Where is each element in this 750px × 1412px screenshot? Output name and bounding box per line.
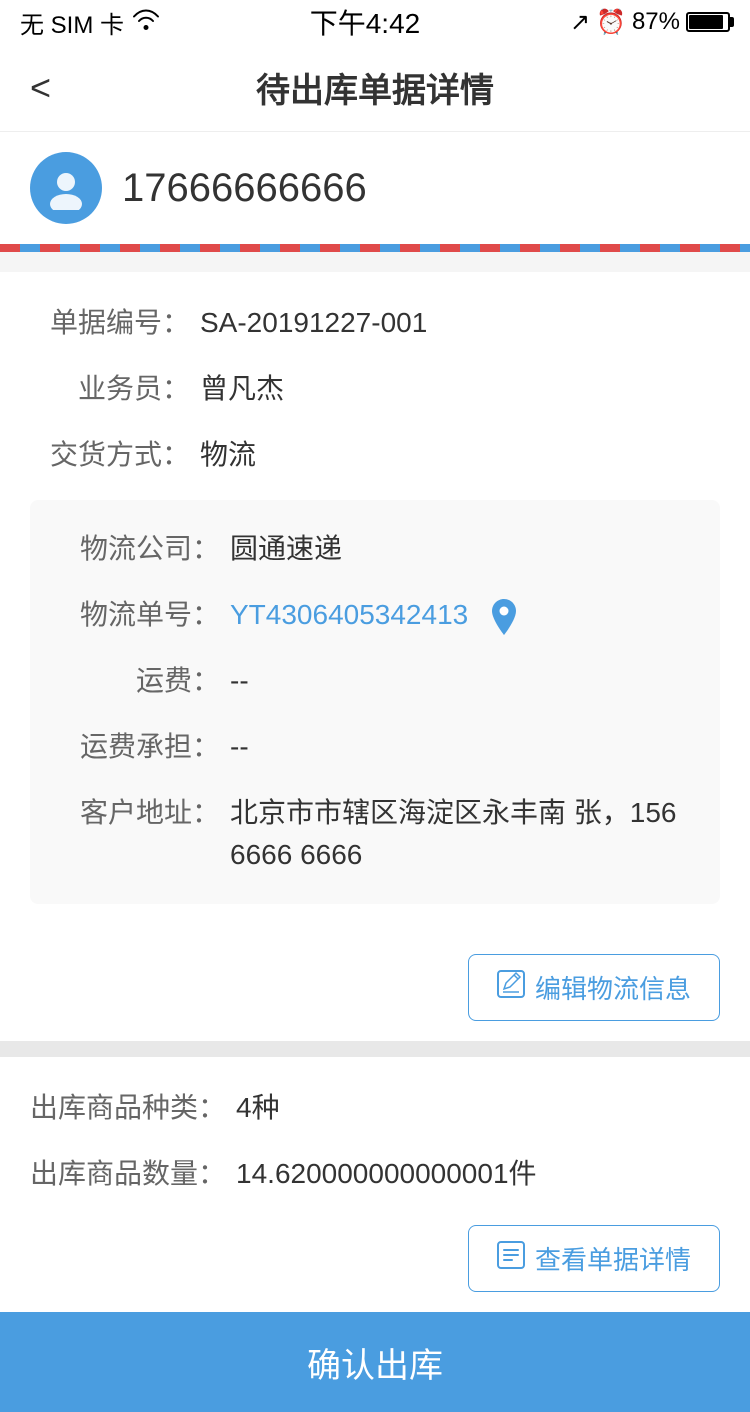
tracking-number-label: 物流单号： — [60, 594, 220, 636]
goods-section: 出库商品种类： 4种 出库商品数量： 14.620000000000001件 — [0, 1057, 750, 1205]
edit-logistics-button[interactable]: 编辑物流信息 — [468, 954, 720, 1021]
page-title: 待出库单据详情 — [256, 63, 494, 112]
tracking-number-row: 物流单号： YT43064053424​13 — [60, 594, 690, 636]
freight-value: -- — [220, 660, 690, 702]
tracking-number-value: YT43064053424​13 — [220, 594, 690, 636]
status-right: ↗ ⏰ 87% — [570, 8, 730, 37]
user-header: 17666666666 — [0, 132, 750, 244]
goods-quantity-label: 出库商品数量： — [30, 1153, 226, 1195]
battery-icon — [686, 12, 730, 32]
status-left: 无 SIM 卡 — [20, 5, 160, 40]
address-label: 客户地址： — [60, 792, 220, 834]
confirm-btn-wrap: 确认出库 — [0, 1312, 750, 1412]
salesman-label: 业务员： — [30, 368, 190, 410]
freight-row: 运费： -- — [60, 660, 690, 702]
edit-icon — [497, 970, 525, 1005]
user-phone: 17666666666 — [122, 166, 367, 211]
logistics-company-label: 物流公司： — [60, 528, 220, 570]
avatar — [30, 152, 102, 224]
confirm-outbound-button[interactable]: 确认出库 — [307, 1338, 443, 1387]
freight-bearer-row: 运费承担： -- — [60, 726, 690, 768]
freight-bearer-label: 运费承担： — [60, 726, 220, 768]
order-number-row: 单据编号： SA-20191227-001 — [30, 302, 720, 344]
edit-logistics-label: 编辑物流信息 — [535, 969, 691, 1006]
document-icon — [497, 1241, 525, 1276]
view-detail-button[interactable]: 查看单据详情 — [468, 1225, 720, 1292]
logistics-company-row: 物流公司： 圆通速递 — [60, 528, 690, 570]
carrier-label: 无 SIM 卡 — [20, 5, 124, 40]
address-row: 客户地址： 北京市市辖区海淀区永丰南 张，156 6666 6666 — [60, 792, 690, 876]
location-status-icon: ↗ — [570, 8, 590, 37]
logistics-company-value: 圆通速递 — [220, 528, 690, 570]
order-number-value: SA-20191227-001 — [190, 302, 720, 344]
goods-quantity-row: 出库商品数量： 14.620000000000001件 — [30, 1153, 720, 1195]
salesman-value: 曾凡杰 — [190, 368, 720, 410]
goods-quantity-value: 14.620000000000001件 — [226, 1153, 720, 1195]
goods-type-value: 4种 — [226, 1087, 720, 1129]
logistics-box: 物流公司： 圆通速递 物流单号： YT43064053424​13 运费： --… — [30, 500, 720, 904]
address-value: 北京市市辖区海淀区永丰南 张，156 6666 6666 — [220, 792, 690, 876]
freight-label: 运费： — [60, 660, 220, 702]
goods-type-row: 出库商品种类： 4种 — [30, 1087, 720, 1129]
location-pin-icon[interactable] — [488, 599, 520, 631]
battery-percent: 87% — [632, 8, 680, 36]
status-bar: 无 SIM 卡 下午4:42 ↗ ⏰ 87% — [0, 0, 750, 44]
view-detail-btn-row: 查看单据详情 — [0, 1205, 750, 1312]
salesman-row: 业务员： 曾凡杰 — [30, 368, 720, 410]
view-detail-label: 查看单据详情 — [535, 1240, 691, 1277]
alarm-icon: ⏰ — [596, 8, 626, 37]
delivery-label: 交货方式： — [30, 434, 190, 476]
status-time: 下午4:42 — [310, 2, 421, 42]
section-divider — [0, 1041, 750, 1057]
delivery-value: 物流 — [190, 434, 720, 476]
edit-logistics-btn-row: 编辑物流信息 — [0, 934, 750, 1041]
delivery-row: 交货方式： 物流 — [30, 434, 720, 476]
dashed-divider — [0, 244, 750, 252]
order-info-section: 单据编号： SA-20191227-001 业务员： 曾凡杰 交货方式： 物流 … — [0, 272, 750, 934]
freight-bearer-value: -- — [220, 726, 690, 768]
nav-bar: < 待出库单据详情 — [0, 44, 750, 132]
goods-type-label: 出库商品种类： — [30, 1087, 226, 1129]
wifi-icon — [132, 8, 160, 37]
order-number-label: 单据编号： — [30, 302, 190, 344]
back-button[interactable]: < — [30, 67, 51, 109]
